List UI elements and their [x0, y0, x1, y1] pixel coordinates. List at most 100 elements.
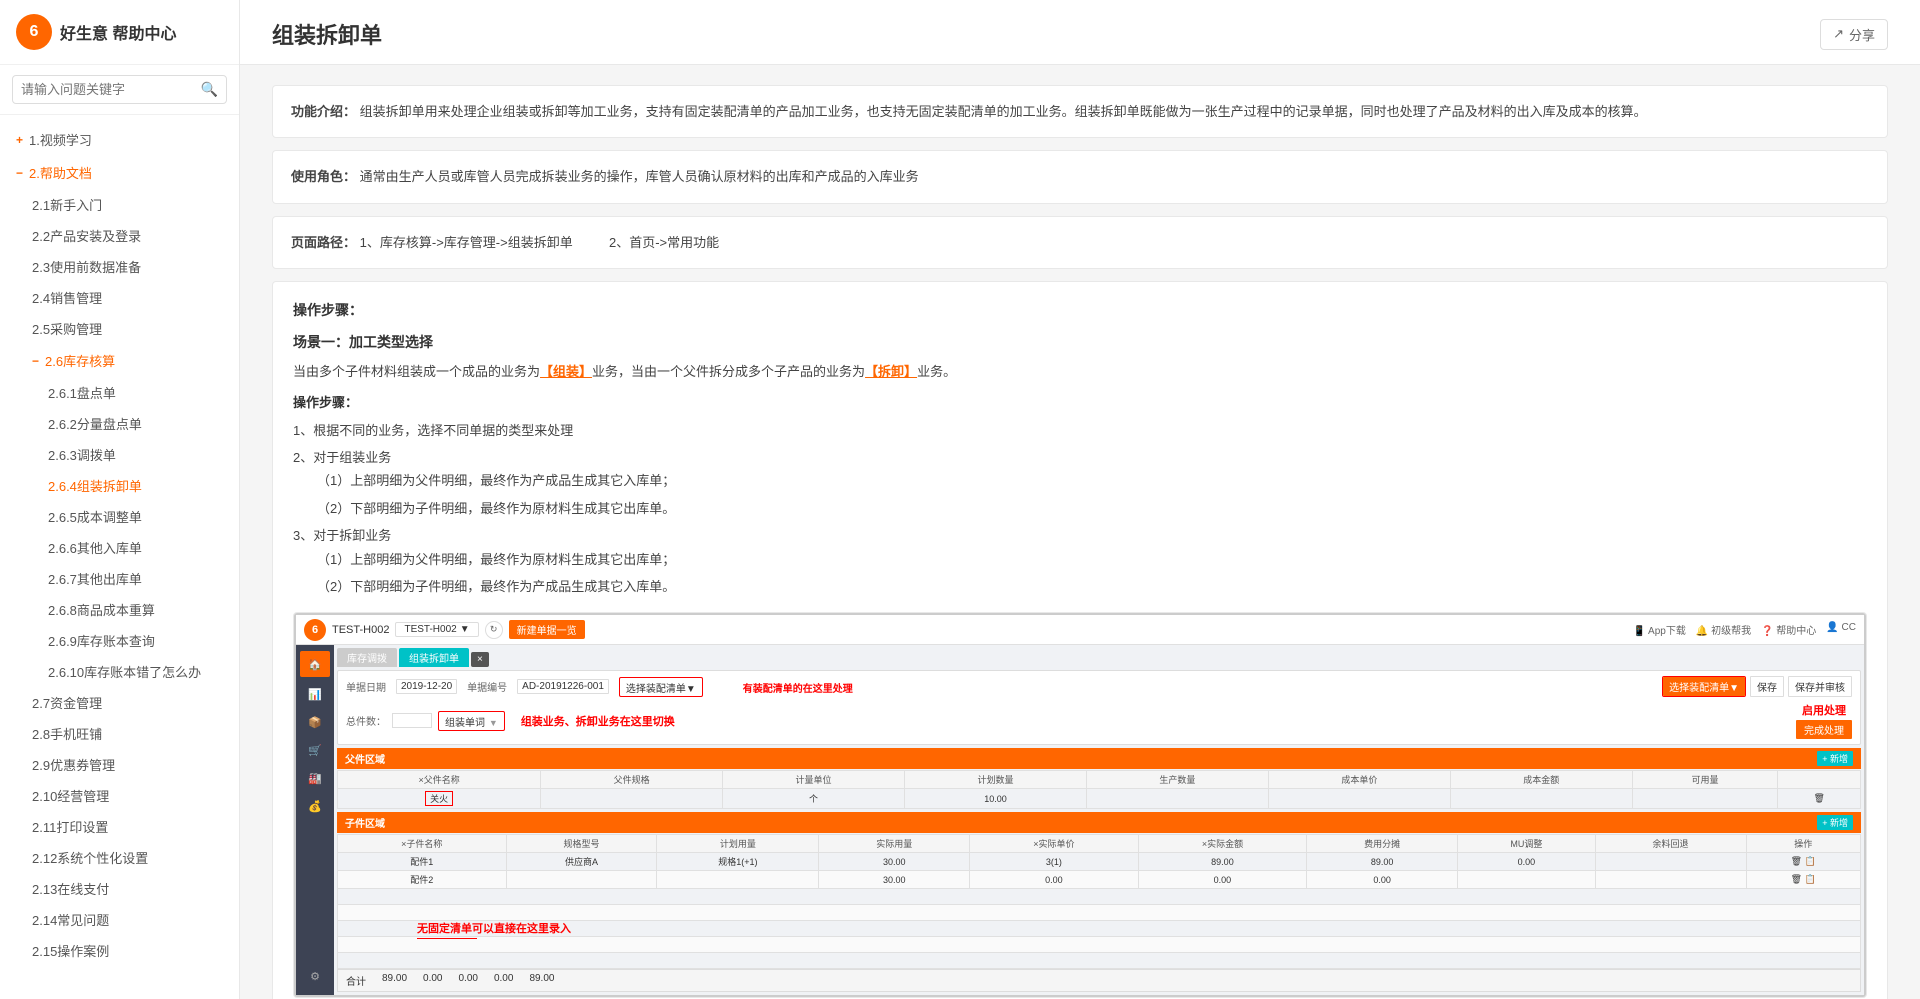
sim-td-unit[interactable]: 个 [723, 789, 905, 809]
sim-form-fields: 单据日期 2019-12-20 单据编号 AD-20191226-001 选择装… [346, 676, 1852, 697]
sim-btd-price-2[interactable]: 0.00 [970, 871, 1139, 889]
sim-tab-assembly[interactable]: 组装拆卸单 [399, 648, 469, 667]
search-input[interactable] [21, 82, 201, 97]
sim-icon-warehouse[interactable]: 🏭 [300, 765, 330, 791]
sim-td-cost-price[interactable] [1268, 789, 1450, 809]
sim-tab-transfer[interactable]: 库存调拨 [337, 648, 397, 667]
sidebar-sub-item-finance[interactable]: 2.7资金管理 [0, 687, 239, 718]
sidebar-sub-item-payment[interactable]: 2.13在线支付 [0, 873, 239, 904]
sim-td-spec[interactable] [541, 789, 723, 809]
sim-btd-recycle-1[interactable] [1595, 853, 1746, 871]
sim-btd-amount-2[interactable]: 0.00 [1138, 871, 1307, 889]
sidebar-sub-item-ledger-fix[interactable]: 2.6.10库存账本错了怎么办 [0, 656, 239, 687]
sidebar-sub-item-custom[interactable]: 2.12系统个性化设置 [0, 842, 239, 873]
sidebar-sub-item-ledger[interactable]: 2.6.9库存账本查询 [0, 625, 239, 656]
sim-add-row-btn[interactable]: + 新增 [1817, 751, 1853, 766]
step-2: 2、对于组装业务 （1）上部明细为父件明细，最终作为产成品生成其它入库单； （2… [293, 446, 1867, 520]
sidebar-sub-item-cost-recalc[interactable]: 2.6.8商品成本重算 [0, 594, 239, 625]
sidebar-item-inventory[interactable]: − 2.6库存核算 [0, 344, 239, 377]
sidebar-sub-item-newbie[interactable]: 2.1新手入门 [0, 189, 239, 220]
sidebar-sub-item-coupon[interactable]: 2.9优惠券管理 [0, 749, 239, 780]
sidebar-sub-item-other-in[interactable]: 2.6.6其他入库单 [0, 532, 239, 563]
sim-btd-actual-2[interactable]: 30.00 [819, 871, 970, 889]
sim-icon-box[interactable]: 📦 [300, 709, 330, 735]
sim-th-parent-spec: 父件规格 [541, 771, 723, 789]
sim-btd-price-1[interactable]: 3(1) [970, 853, 1139, 871]
sim-icon-cart[interactable]: 🛒 [300, 737, 330, 763]
sim-btd-ops-1[interactable]: 🗑 📋 [1746, 853, 1861, 871]
sidebar-sub-item-mobile[interactable]: 2.8手机旺铺 [0, 718, 239, 749]
sidebar-item-video[interactable]: + 1.视频学习 [0, 123, 239, 156]
sim-tab-close[interactable]: × [471, 652, 489, 667]
sidebar-sub-item-install[interactable]: 2.2产品安装及登录 [0, 220, 239, 251]
sim-help-center-icon: ❓ 帮助中心 [1761, 622, 1816, 637]
sidebar-sub-item-transfer[interactable]: 2.6.3调拨单 [0, 439, 239, 470]
sim-btd-alloc-1[interactable]: 89.00 [1307, 853, 1458, 871]
sim-icon-chart[interactable]: 📊 [300, 681, 330, 707]
sim-save-btn[interactable]: 保存 [1750, 676, 1784, 697]
sim-td-cost-amount[interactable] [1450, 789, 1632, 809]
sim-td-avail[interactable] [1632, 789, 1778, 809]
sidebar-sub-item-sales[interactable]: 2.4销售管理 [0, 282, 239, 313]
sim-top-table-header-row: ×父件名称 父件规格 计量单位 计划数量 生产数量 成本单价 成本金额 可用量 [338, 771, 1861, 789]
sim-type-value[interactable]: 组装单词 [445, 718, 485, 729]
collapse-icon-2: − [32, 354, 39, 368]
sim-btd-plan-1[interactable]: 规格1(+1) [657, 853, 819, 871]
sidebar-sub-item-data-prep[interactable]: 2.3使用前数据准备 [0, 251, 239, 282]
table-row: 关火 个 10.00 🗑 [338, 789, 1861, 809]
sidebar-sub-item-assembly[interactable]: 2.6.4组装拆卸单 [0, 470, 239, 501]
sim-btd-plan-2[interactable] [657, 871, 819, 889]
sim-bottom-table-wrapper: ×子件名称 规格型号 计划用量 实际用量 ×实际单价 ×实际金额 费用分摊 MU… [337, 834, 1861, 969]
disassembly-link[interactable]: 【拆卸】 [865, 364, 917, 379]
path-label: 页面路径： [291, 235, 356, 250]
sim-btd-name-1[interactable]: 配件1 [338, 853, 507, 871]
sim-btd-actual-1[interactable]: 30.00 [819, 853, 970, 871]
sim-number-value[interactable]: AD-20191226-001 [517, 679, 609, 694]
sim-btd-spec-1[interactable]: 供应商A [506, 853, 657, 871]
sim-select-list-btn[interactable]: 选择装配清单▼ [1663, 677, 1745, 696]
sim-refresh-icon[interactable]: ↻ [485, 621, 503, 639]
sim-td-prod[interactable] [1086, 789, 1268, 809]
sim-audit-btn[interactable]: 保存并审核 [1788, 676, 1852, 697]
sim-td-action[interactable]: 🗑 [1778, 789, 1861, 809]
sim-number-label: 单据编号 [467, 679, 507, 694]
sim-name-redbox: 关火 [425, 791, 453, 806]
sim-date-value[interactable]: 2019-12-20 [396, 679, 457, 694]
search-box[interactable]: 🔍 [12, 75, 227, 104]
sim-btd-name-2[interactable]: 配件2 [338, 871, 507, 889]
sim-type-dropdown[interactable]: 选择装配清单▼ [626, 680, 696, 695]
sim-icon-money[interactable]: 💰 [300, 793, 330, 819]
sim-td-plan[interactable]: 10.00 [905, 789, 1087, 809]
sidebar-sub-item-ops[interactable]: 2.10经营管理 [0, 780, 239, 811]
sim-add-subrow-btn[interactable]: + 新增 [1817, 815, 1853, 830]
sidebar-item-docs[interactable]: − 2.帮助文档 [0, 156, 239, 189]
sim-new-btn[interactable]: 新建单据一览 [509, 620, 585, 639]
sim-btd-ops-2[interactable]: 🗑 📋 [1746, 871, 1861, 889]
sidebar-sub-item-other-out[interactable]: 2.6.7其他出库单 [0, 563, 239, 594]
sidebar-sub-item-cases[interactable]: 2.15操作案例 [0, 935, 239, 966]
step-list: 1、根据不同的业务，选择不同单据的类型来处理 2、对于组装业务 （1）上部明细为… [293, 419, 1867, 599]
sim-btd-mu-1[interactable]: 0.00 [1458, 853, 1595, 871]
sidebar-sub-item-cost-adjust[interactable]: 2.6.5成本调整单 [0, 501, 239, 532]
path-block: 页面路径： 1、库存核算->库存管理->组装拆卸单 2、首页->常用功能 [272, 216, 1888, 269]
share-button[interactable]: ↗ 分享 [1820, 19, 1888, 50]
search-icon[interactable]: 🔍 [201, 81, 218, 98]
sidebar-sub-item-faq[interactable]: 2.14常见问题 [0, 904, 239, 935]
sim-company-select[interactable]: TEST-H002 ▼ [395, 622, 478, 637]
sim-btd-mu-2[interactable] [1458, 871, 1595, 889]
assembly-link[interactable]: 【组装】 [540, 364, 592, 379]
sidebar-sub-item-split-stocktake[interactable]: 2.6.2分量盘点单 [0, 408, 239, 439]
sim-btd-amount-1[interactable]: 89.00 [1138, 853, 1307, 871]
sidebar-sub-item-print[interactable]: 2.11打印设置 [0, 811, 239, 842]
sim-btd-alloc-2[interactable]: 0.00 [1307, 871, 1458, 889]
sidebar-sub-item-stocktake[interactable]: 2.6.1盘点单 [0, 377, 239, 408]
sim-icon-home[interactable]: 🏠 [300, 651, 330, 677]
sim-icon-settings[interactable]: ⚙ [300, 963, 330, 989]
sim-btd-recycle-2[interactable] [1595, 871, 1746, 889]
sim-td-name[interactable]: 关火 [338, 789, 541, 809]
sim-qty-input[interactable] [392, 713, 432, 728]
sim-finish-btn[interactable]: 完成处理 [1796, 720, 1852, 739]
sidebar-sub-item-purchase[interactable]: 2.5采购管理 [0, 313, 239, 344]
sim-bth-name: ×子件名称 [338, 835, 507, 853]
sim-btd-spec-2[interactable] [506, 871, 657, 889]
